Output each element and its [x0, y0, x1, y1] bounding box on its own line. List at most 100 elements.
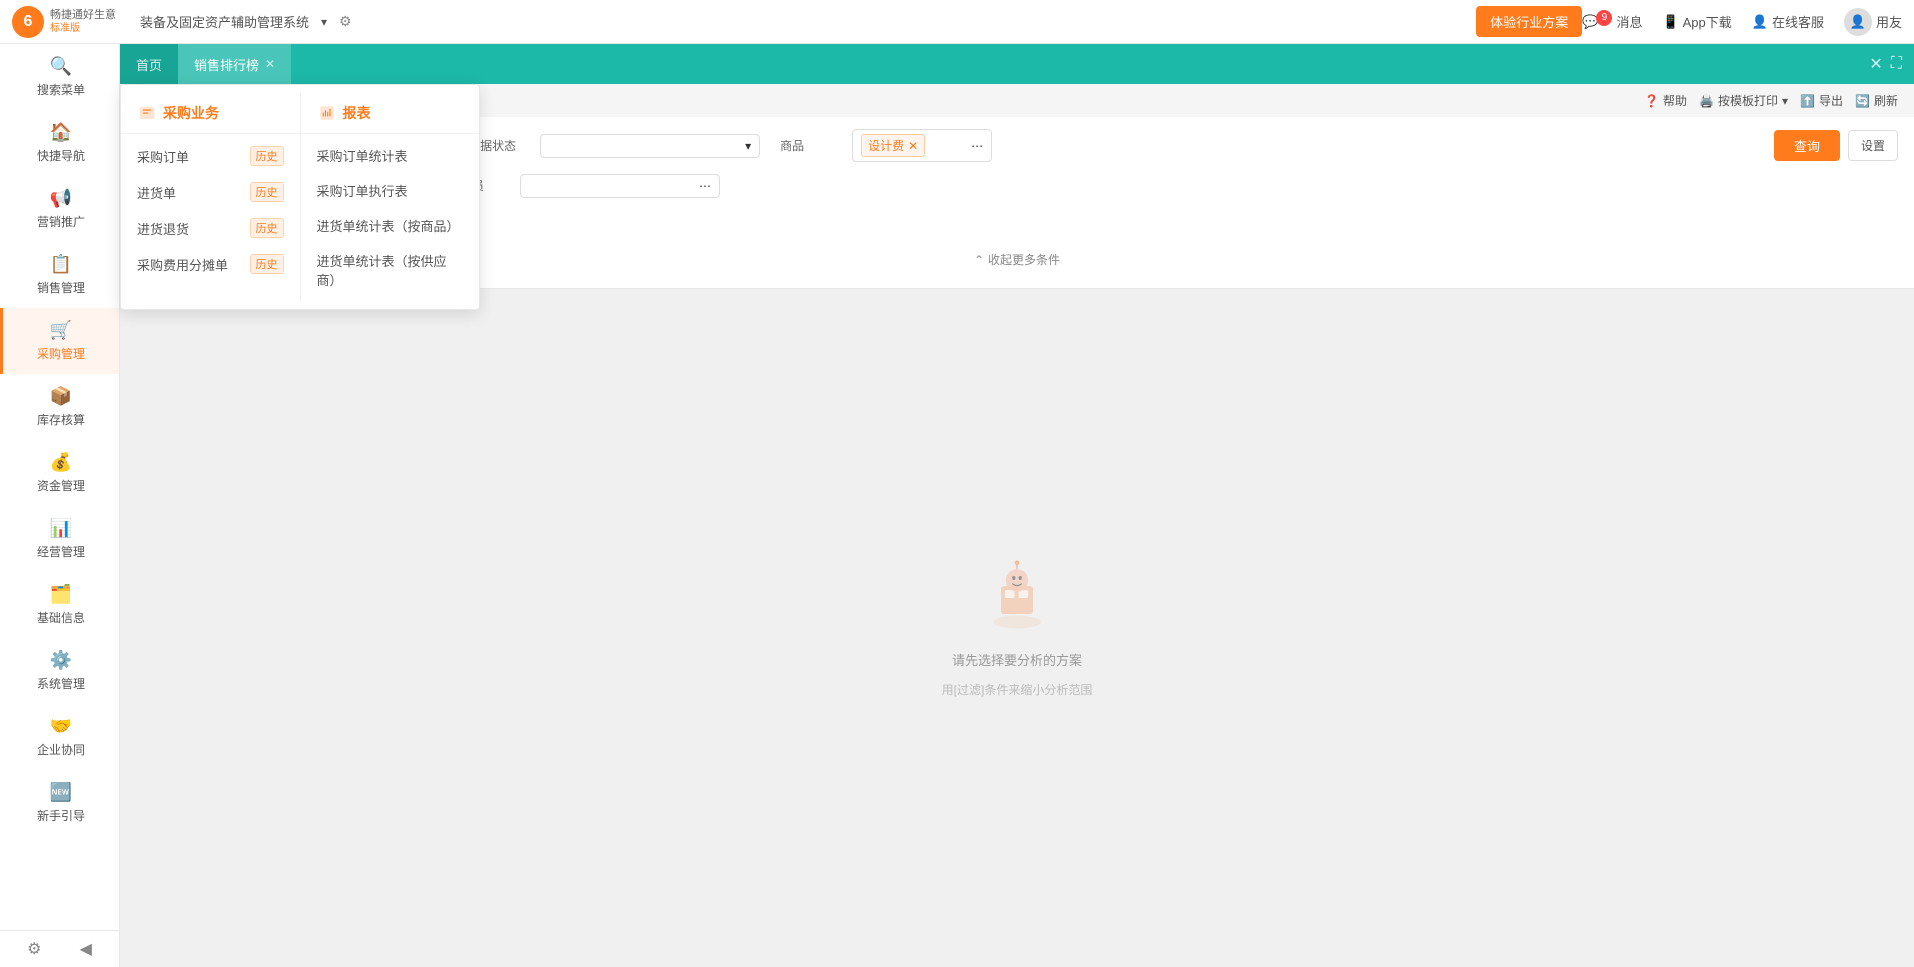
export-label: 导出 [1819, 92, 1843, 109]
empty-illustration [977, 558, 1057, 638]
sidebar-item-cooperation[interactable]: 🤝 企业协同 [0, 704, 119, 770]
sidebar-label-purchase: 采购管理 [37, 345, 85, 362]
logo-text: 畅捷通好生意 标准版 [50, 8, 116, 35]
tab-home[interactable]: 首页 [120, 44, 178, 84]
tab-bar-right: ✕ ⛶ [1869, 54, 1914, 74]
menu-item-purchase-order-exec[interactable]: 采购订单执行表 [301, 173, 480, 208]
sidebar-item-basic-info[interactable]: 🗂️ 基础信息 [0, 572, 119, 638]
print-label: 按模板打印 [1718, 92, 1778, 109]
logo-icon: 6 [12, 6, 44, 38]
system-title-area: 装备及固定资产辅助管理系统 ▾ ⚙ [140, 12, 1476, 31]
sidebar-item-finance[interactable]: 💰 资金管理 [0, 440, 119, 506]
messages-badge: 9 [1596, 10, 1612, 26]
purchase-section-title: 采购业务 [121, 97, 300, 134]
cooperation-icon: 🤝 [50, 716, 72, 737]
messages-btn[interactable]: 💬 9 消息 [1582, 12, 1642, 31]
export-btn[interactable]: ⬆️ 导出 [1800, 92, 1843, 109]
sidebar-collapse-btn[interactable]: ◀ [80, 939, 92, 959]
purchase-dropdown-menu: 采购业务 采购订单 历史 进货单 历史 进货退货 历史 采购费用分摊单 历史 [120, 84, 480, 310]
home-icon: 🏠 [50, 122, 72, 143]
menu-item-purchase-order[interactable]: 采购订单 历史 [121, 138, 300, 174]
menu-item-arrival-order[interactable]: 进货单 历史 [121, 174, 300, 210]
sidebar-item-inventory[interactable]: 📦 库存核算 [0, 374, 119, 440]
refresh-icon: 🔄 [1855, 94, 1870, 108]
sidebar-label-cooperation: 企业协同 [37, 741, 85, 758]
tab-close-icon[interactable]: ✕ [265, 57, 275, 71]
help-label: 帮助 [1663, 92, 1687, 109]
salesperson-dropdown[interactable]: ⋯ [520, 174, 720, 198]
tab-expand-btn[interactable]: ⛶ [1891, 55, 1902, 73]
sidebar-label-guide: 新手引导 [37, 807, 85, 824]
print-icon: 🖨️ [1699, 94, 1714, 108]
menu-item-purchase-expense[interactable]: 采购费用分摊单 历史 [121, 246, 300, 282]
inventory-icon: 📦 [50, 386, 72, 407]
menu-item-arrival-stats-by-goods[interactable]: 进货单统计表（按商品） [301, 208, 480, 243]
sidebar-label-finance: 资金管理 [37, 477, 85, 494]
search-icon: 🔍 [50, 56, 72, 77]
app-download-btn[interactable]: 📱 App下载 [1662, 12, 1731, 31]
sidebar-settings-btn[interactable]: ⚙ [27, 939, 41, 959]
arrival-order-badge: 历史 [250, 182, 284, 202]
logo-area: 6 畅捷通好生意 标准版 [12, 6, 132, 38]
menu-item-arrival-stats-by-supplier[interactable]: 进货单统计表（按供应商） [301, 243, 480, 297]
menu-item-return-goods[interactable]: 进货退货 历史 [121, 210, 300, 246]
tab-sales-rank[interactable]: 销售排行榜 ✕ [178, 44, 291, 84]
online-service-btn[interactable]: 👤 在线客服 [1752, 12, 1824, 31]
refresh-label: 刷新 [1874, 92, 1898, 109]
sidebar-item-marketing[interactable]: 📢 营销推广 [0, 176, 119, 242]
sidebar-item-sales[interactable]: 📋 销售管理 [0, 242, 119, 308]
goods-label: 商品 [780, 137, 840, 154]
menu-item-purchase-order-stats[interactable]: 采购订单统计表 [301, 138, 480, 173]
marketing-icon: 📢 [50, 188, 72, 209]
service-icon: 👤 [1752, 14, 1768, 30]
sidebar-item-search[interactable]: 🔍 搜索菜单 [0, 44, 119, 110]
sidebar-item-quick-nav[interactable]: 🏠 快捷导航 [0, 110, 119, 176]
voucher-status-dropdown[interactable]: ▾ [540, 134, 760, 158]
sidebar-label-sales: 销售管理 [37, 279, 85, 296]
collapse-up-icon: ⌃ [974, 253, 984, 267]
top-bar: 6 畅捷通好生意 标准版 装备及固定资产辅助管理系统 ▾ ⚙ 体验行业方案 💬 … [0, 0, 1914, 44]
guide-icon: 🆕 [50, 782, 72, 803]
goods-dropdown[interactable]: 设计费 ✕ ⋯ [852, 129, 992, 162]
operations-icon: 📊 [50, 518, 72, 539]
user-btn[interactable]: 👤 用友 [1844, 8, 1902, 36]
sidebar-label-search: 搜索菜单 [37, 81, 85, 98]
sidebar-item-system[interactable]: ⚙️ 系统管理 [0, 638, 119, 704]
print-btn[interactable]: 🖨️ 按模板打印 ▾ [1699, 92, 1788, 109]
sidebar-item-guide[interactable]: 🆕 新手引导 [0, 770, 119, 836]
collapse-label: 收起更多条件 [988, 251, 1060, 268]
settings-btn[interactable]: 设置 [1848, 130, 1898, 161]
sidebar-label-marketing: 营销推广 [37, 213, 85, 230]
dropdown-arrow-icon: ▾ [745, 139, 751, 153]
system-settings-btn[interactable]: ⚙ [339, 13, 352, 30]
system-title-text: 装备及固定资产辅助管理系统 [140, 12, 309, 31]
sidebar-label-operations: 经营管理 [37, 543, 85, 560]
return-goods-badge: 历史 [250, 218, 284, 238]
sidebar-item-purchase[interactable]: 🛒 采购管理 [0, 308, 119, 374]
sidebar-item-operations[interactable]: 📊 经营管理 [0, 506, 119, 572]
sidebar: 🔍 搜索菜单 🏠 快捷导航 📢 营销推广 📋 销售管理 🛒 采购管理 📦 库存核… [0, 44, 120, 967]
help-btn[interactable]: ❓ 帮助 [1644, 92, 1687, 109]
query-btn[interactable]: 查询 [1774, 130, 1840, 161]
tab-bar: 首页 销售排行榜 ✕ ✕ ⛶ [120, 44, 1914, 84]
messages-label: 消息 [1616, 12, 1642, 31]
user-avatar: 👤 [1844, 8, 1872, 36]
industry-btn[interactable]: 体验行业方案 [1476, 6, 1582, 37]
purchase-section-icon [137, 103, 157, 123]
tab-sales-rank-label: 销售排行榜 [194, 55, 259, 74]
goods-more-icon: ⋯ [971, 139, 983, 153]
goods-selected-tag: 设计费 ✕ [861, 134, 925, 157]
filter-actions: 查询 设置 [1774, 130, 1898, 161]
purchase-menu-section: 采购业务 采购订单 历史 进货单 历史 进货退货 历史 采购费用分摊单 历史 [121, 85, 300, 309]
user-label: 用友 [1876, 12, 1902, 31]
goods-tag-close-icon[interactable]: ✕ [908, 139, 918, 153]
system-title-dropdown-btn[interactable]: ▾ [317, 13, 331, 31]
sidebar-label-quick-nav: 快捷导航 [37, 147, 85, 164]
app-download-label: App下载 [1683, 12, 1732, 31]
sales-icon: 📋 [50, 254, 72, 275]
refresh-btn[interactable]: 🔄 刷新 [1855, 92, 1898, 109]
finance-icon: 💰 [50, 452, 72, 473]
empty-hint-1: 请先选择要分析的方案 [952, 650, 1082, 669]
basic-info-icon: 🗂️ [50, 584, 72, 605]
tab-close-btn[interactable]: ✕ [1869, 54, 1882, 74]
